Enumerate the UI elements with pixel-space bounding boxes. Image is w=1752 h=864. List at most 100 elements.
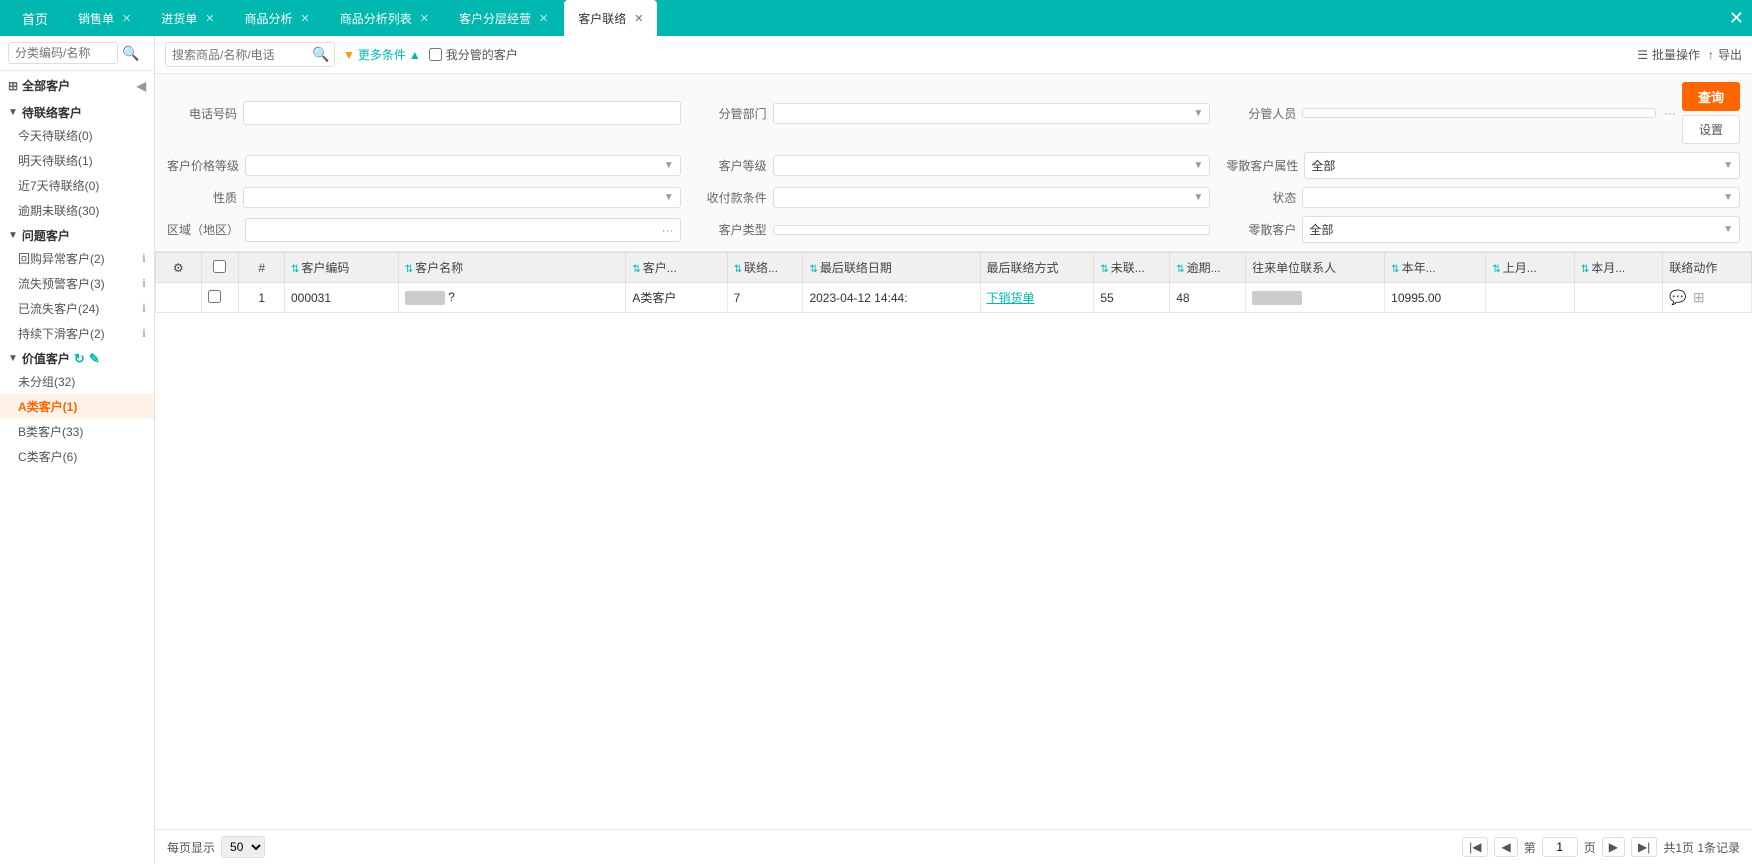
region-dots[interactable]: ··· <box>662 223 674 237</box>
page-size-label: 每页显示 <box>167 839 215 856</box>
value-customers-refresh[interactable]: ↻ <box>74 351 85 367</box>
region-select[interactable]: ··· <box>245 218 681 242</box>
sidebar-item-churn-warning[interactable]: 流失预警客户(3) ℹ <box>0 271 154 296</box>
info-icon-1: ℹ <box>142 252 146 265</box>
sidebar-item-ungrouped[interactable]: 未分组(32) <box>0 369 154 394</box>
retail-select[interactable]: 全部 ▼ <box>1302 216 1740 243</box>
action-qr-icon[interactable]: ⊞ <box>1693 289 1705 306</box>
sidebar-item-churned[interactable]: 已流失客户(24) ℹ <box>0 296 154 321</box>
sidebar-item-declining[interactable]: 持续下滑客户(2) ℹ <box>0 321 154 346</box>
row-last-date: 2023-04-12 14:44: <box>803 283 980 313</box>
dept-select[interactable]: ▼ <box>773 103 1211 124</box>
status-select[interactable]: ▼ <box>1302 187 1740 208</box>
sort-icon-name: ⇅ <box>405 264 413 275</box>
page-number-input[interactable] <box>1542 837 1578 857</box>
th-category[interactable]: ⇅客户... <box>626 253 727 283</box>
my-customers-checkbox[interactable]: 我分管的客户 <box>429 46 518 63</box>
sort-icon-overdue: ⇅ <box>1176 264 1184 275</box>
value-customers-edit[interactable]: ✎ <box>89 351 100 367</box>
page-last-button[interactable]: ▶| <box>1631 837 1657 857</box>
page-first-button[interactable]: |◀ <box>1462 837 1488 857</box>
filter-phone-row: 电话号码 <box>167 82 681 144</box>
nav-tab-purchase[interactable]: 进货单 ✕ <box>147 0 228 36</box>
window-close-button[interactable]: ✕ <box>1729 8 1744 29</box>
action-message-icon[interactable]: 💬 <box>1669 289 1686 306</box>
group-value-customers[interactable]: ▼ 价值客户 ↻ ✎ <box>0 346 154 369</box>
sidebar-item-class-a[interactable]: A类客户(1) <box>0 394 154 419</box>
nav-tab-sales[interactable]: 销售单 ✕ <box>64 0 145 36</box>
th-no-contact[interactable]: ⇅未联... <box>1094 253 1170 283</box>
page-size-select[interactable]: 50 <box>221 836 265 858</box>
nav-tab-product-analysis[interactable]: 商品分析 ✕ <box>230 0 323 36</box>
row-checkbox[interactable] <box>208 290 221 303</box>
th-checkbox <box>201 253 239 283</box>
th-customer-code[interactable]: ⇅客户编码 <box>284 253 398 283</box>
sidebar-item-repurchase-abnormal[interactable]: 回购异常客户(2) ℹ <box>0 246 154 271</box>
retail-attr-chevron: ▼ <box>1723 160 1733 171</box>
nature-select[interactable]: ▼ <box>243 187 681 208</box>
filter-more-conditions[interactable]: ▼ 更多条件 ▲ <box>343 46 421 63</box>
arrow-icon-3: ▼ <box>8 353 18 364</box>
customer-level-select[interactable]: ▼ <box>773 155 1211 176</box>
sidebar-search-icon[interactable]: 🔍 <box>122 45 139 62</box>
retail-attr-select[interactable]: 全部 ▼ <box>1304 152 1740 179</box>
sidebar-item-class-b[interactable]: B类客户(33) <box>0 419 154 444</box>
info-icon-2: ℹ <box>142 277 146 290</box>
all-customers-header[interactable]: ⊞ 全部客户 ◀ <box>0 71 154 100</box>
my-customers-check[interactable] <box>429 48 442 61</box>
export-button[interactable]: ↑ 导出 <box>1708 46 1742 63</box>
nav-tab-customer-segment[interactable]: 客户分层经营 ✕ <box>445 0 562 36</box>
filter-search-input[interactable] <box>172 48 312 62</box>
row-last-method[interactable]: 下销货单 <box>980 283 1094 313</box>
last-method-link[interactable]: 下销货单 <box>987 291 1035 305</box>
sidebar-search-input[interactable] <box>8 42 118 64</box>
filter-retail-attr-row: 零散客户属性 全部 ▼ <box>1226 152 1740 179</box>
sort-icon-contact: ⇅ <box>734 264 742 275</box>
customer-type-select[interactable] <box>773 225 1211 235</box>
person-select[interactable] <box>1302 108 1656 118</box>
page-next-button[interactable]: ▶ <box>1602 837 1625 857</box>
person-dots[interactable]: ··· <box>1664 106 1676 120</box>
sidebar-item-tomorrow[interactable]: 明天待联络(1) <box>0 148 154 173</box>
th-last-month[interactable]: ⇅上月... <box>1486 253 1575 283</box>
th-this-year[interactable]: ⇅本年... <box>1385 253 1486 283</box>
customer-level-chevron: ▼ <box>1193 160 1203 171</box>
nav-tab-product-list[interactable]: 商品分析列表 ✕ <box>326 0 443 36</box>
sidebar-item-overdue[interactable]: 逾期未联络(30) <box>0 198 154 223</box>
close-product-analysis-tab[interactable]: ✕ <box>301 12 310 25</box>
nav-tab-customer-contact[interactable]: 客户联络 ✕ <box>564 0 657 36</box>
data-table-container: ⚙ # ⇅客户编码 ⇅客户名称 ⇅客户... ⇅联络... ⇅最后联络日期 最后… <box>155 252 1752 829</box>
person-label: 分管人员 <box>1226 105 1296 122</box>
th-contact[interactable]: ⇅联络... <box>727 253 803 283</box>
close-sales-tab[interactable]: ✕ <box>122 12 131 25</box>
sort-icon-lmonth: ⇅ <box>1492 264 1500 275</box>
filter-retail-row: 零散客户 全部 ▼ <box>1226 216 1740 243</box>
close-customer-contact-tab[interactable]: ✕ <box>634 12 643 25</box>
th-last-contact-method[interactable]: 最后联络方式 <box>980 253 1094 283</box>
data-table: ⚙ # ⇅客户编码 ⇅客户名称 ⇅客户... ⇅联络... ⇅最后联络日期 最后… <box>155 252 1752 313</box>
group-pending-contact[interactable]: ▼ 待联络客户 <box>0 100 154 123</box>
th-overdue[interactable]: ⇅逾期... <box>1170 253 1246 283</box>
page-prev-button[interactable]: ◀ <box>1494 837 1517 857</box>
th-customer-name[interactable]: ⇅客户名称 <box>398 253 626 283</box>
settings-button[interactable]: 设置 <box>1682 115 1740 144</box>
group-problem-customers[interactable]: ▼ 问题客户 <box>0 223 154 246</box>
phone-input[interactable] <box>243 101 681 125</box>
sidebar-item-7days[interactable]: 近7天待联络(0) <box>0 173 154 198</box>
payment-select[interactable]: ▼ <box>773 187 1211 208</box>
collapse-icon[interactable]: ◀ <box>137 79 146 93</box>
close-customer-segment-tab[interactable]: ✕ <box>539 12 548 25</box>
filter-search-icon[interactable]: 🔍 <box>312 46 329 63</box>
sidebar-item-today[interactable]: 今天待联络(0) <box>0 123 154 148</box>
query-button[interactable]: 查询 <box>1682 82 1740 111</box>
sidebar-item-class-c[interactable]: C类客户(6) <box>0 444 154 469</box>
batch-ops-button[interactable]: ☰ 批量操作 <box>1637 46 1700 63</box>
close-product-list-tab[interactable]: ✕ <box>420 12 429 25</box>
price-level-select[interactable]: ▼ <box>245 155 681 176</box>
th-last-contact-date[interactable]: ⇅最后联络日期 <box>803 253 980 283</box>
nav-home[interactable]: 首页 <box>8 0 62 36</box>
th-settings[interactable]: ⚙ <box>156 253 202 283</box>
close-purchase-tab[interactable]: ✕ <box>205 12 214 25</box>
th-this-month[interactable]: ⇅本月... <box>1574 253 1663 283</box>
select-all-checkbox[interactable] <box>213 260 226 273</box>
